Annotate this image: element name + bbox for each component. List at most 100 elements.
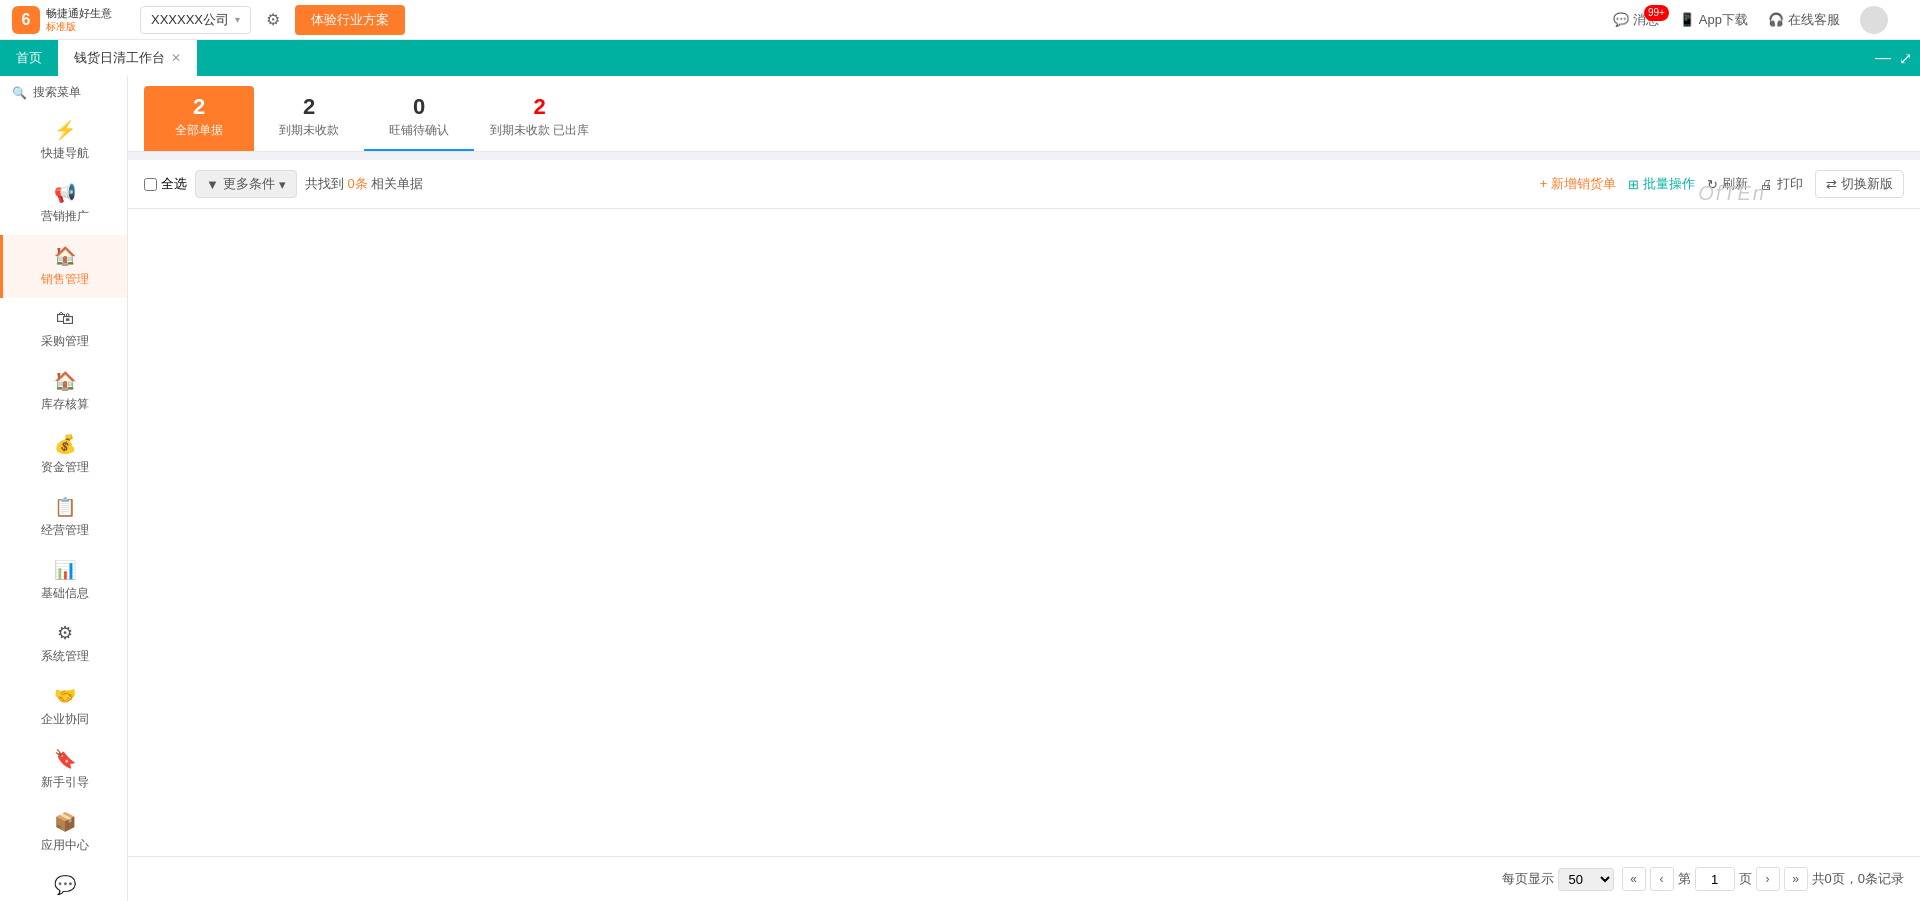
chevron-down-icon: ▾ — [235, 14, 240, 25]
filter-button[interactable]: ▼ 更多条件 ▾ — [195, 170, 297, 198]
table-area — [128, 209, 1920, 856]
overdue-count: 2 — [270, 94, 348, 120]
megaphone-icon: 📢 — [54, 182, 76, 204]
money-icon: 💰 — [54, 433, 76, 455]
sidebar-item-sales[interactable]: 🏠 销售管理 — [0, 235, 127, 298]
page-size-dropdown[interactable]: 50 100 200 — [1558, 868, 1614, 891]
switch-version-button[interactable]: ⇄ 切换新版 — [1815, 170, 1904, 198]
batch-icon: ⊞ — [1628, 177, 1639, 192]
overdue-out-label: 到期未收款 已出库 — [490, 122, 589, 139]
expand-icon[interactable]: ⤢ — [1899, 49, 1912, 68]
warehouse-icon: 🏠 — [54, 370, 76, 392]
overdue-label: 到期未收款 — [270, 122, 348, 139]
settings-button[interactable]: ⚙ — [259, 6, 287, 34]
prev-page-button[interactable]: ‹ — [1650, 867, 1674, 891]
bag-icon: 🛍 — [56, 308, 74, 329]
all-label: 全部单据 — [160, 122, 238, 139]
sidebar-item-finance[interactable]: 💰 资金管理 — [0, 423, 127, 486]
sidebar-item-enterprise-coop[interactable]: 🤝 企业协同 — [0, 675, 127, 738]
print-icon: 🖨 — [1760, 177, 1773, 192]
logo-text: 畅捷通好生意 标准版 — [46, 6, 112, 33]
batch-operation-button[interactable]: ⊞ 批量操作 — [1628, 175, 1695, 193]
switch-icon: ⇄ — [1826, 177, 1837, 192]
headset-icon: 🎧 — [1768, 12, 1784, 27]
toolbar: 全选 ▼ 更多条件 ▾ 共找到 0条 相关单据 + 新增销货单 ⊞ 批量操作 — [128, 160, 1920, 209]
overdue-out-count: 2 — [490, 94, 589, 120]
message-badge: 99+ — [1644, 5, 1669, 21]
page-size-select: 每页显示 50 100 200 — [1502, 868, 1614, 891]
stat-tab-all[interactable]: 2 全部单据 — [144, 86, 254, 151]
clipboard-icon: 📋 — [54, 496, 76, 518]
logo-area: 6 畅捷通好生意 标准版 — [12, 6, 140, 34]
tab-work-station[interactable]: 钱货日清工作台 ✕ — [58, 40, 197, 76]
add-sales-order-button[interactable]: + 新增销货单 — [1540, 175, 1616, 193]
search-label: 搜索菜单 — [33, 84, 81, 101]
first-page-button[interactable]: « — [1622, 867, 1646, 891]
bookmark-icon: 🔖 — [54, 748, 76, 770]
toolbar-right: + 新增销货单 ⊞ 批量操作 ↻ 刷新 🖨 打印 ⇄ 切换新版 — [1540, 170, 1904, 198]
close-tab-icon[interactable]: ✕ — [171, 51, 181, 65]
refresh-icon: ↻ — [1707, 177, 1718, 192]
logo-icon: 6 — [12, 6, 40, 34]
sidebar-item-app-center[interactable]: 📦 应用中心 — [0, 801, 127, 864]
settings-icon: ⚙ — [57, 622, 73, 644]
sidebar-item-inventory[interactable]: 🏠 库存核算 — [0, 360, 127, 423]
top-bar: 6 畅捷通好生意 标准版 XXXXXX公司 ▾ ⚙ 体验行业方案 💬 消息 99… — [0, 0, 1920, 40]
last-page-button[interactable]: » — [1784, 867, 1808, 891]
sidebar-search[interactable]: 🔍 搜索菜单 — [0, 76, 127, 109]
sidebar-item-operation[interactable]: 📋 经营管理 — [0, 486, 127, 549]
page-input[interactable] — [1695, 867, 1735, 891]
message-area[interactable]: 💬 消息 99+ — [1613, 11, 1659, 29]
sidebar-item-purchase[interactable]: 🛍 采购管理 — [0, 298, 127, 360]
stat-tab-pending[interactable]: 0 旺铺待确认 — [364, 86, 474, 151]
company-name: XXXXXX公司 — [151, 11, 229, 29]
sidebar-item-enterprise-wechat[interactable]: 💬 企业微信 — [0, 864, 127, 901]
table-icon: 📊 — [54, 559, 76, 581]
avatar[interactable] — [1860, 6, 1888, 34]
company-selector[interactable]: XXXXXX公司 ▾ — [140, 6, 251, 34]
nav-tabs: 首页 钱货日清工作台 ✕ — ⤢ — [0, 40, 1920, 76]
gear-icon: ⚙ — [266, 10, 280, 29]
chevron-down-icon: ▾ — [279, 177, 286, 192]
pending-count: 0 — [380, 94, 458, 120]
stat-tab-overdue-out[interactable]: 2 到期未收款 已出库 — [474, 86, 605, 151]
sidebar-item-guide[interactable]: 🔖 新手引导 — [0, 738, 127, 801]
message-icon: 💬 — [1613, 12, 1629, 27]
house-icon: 🏠 — [54, 245, 76, 267]
online-service-link[interactable]: 🎧 在线客服 — [1768, 11, 1840, 29]
nav-tabs-right: — ⤢ — [1875, 49, 1920, 68]
found-text: 共找到 0条 相关单据 — [305, 175, 423, 193]
refresh-button[interactable]: ↻ 刷新 — [1707, 175, 1748, 193]
next-page-button[interactable]: › — [1756, 867, 1780, 891]
tab-home[interactable]: 首页 — [0, 40, 58, 76]
sidebar-item-system[interactable]: ⚙ 系统管理 — [0, 612, 127, 675]
search-icon: 🔍 — [12, 86, 27, 100]
content-area: 2 全部单据 2 到期未收款 0 旺铺待确认 2 到期未收款 已出库 全选 — [128, 76, 1920, 901]
print-button[interactable]: 🖨 打印 — [1760, 175, 1803, 193]
select-all-input[interactable] — [144, 178, 157, 191]
chat-icon: 💬 — [54, 874, 76, 896]
sidebar-item-basic-info[interactable]: 📊 基础信息 — [0, 549, 127, 612]
stats-tabs: 2 全部单据 2 到期未收款 0 旺铺待确认 2 到期未收款 已出库 — [128, 76, 1920, 152]
select-all-checkbox[interactable]: 全选 — [144, 175, 187, 193]
box-icon: 📦 — [54, 811, 76, 833]
stat-tab-overdue[interactable]: 2 到期未收款 — [254, 86, 364, 151]
total-label: 共0页，0条记录 — [1812, 870, 1904, 888]
top-bar-right: 💬 消息 99+ 📱 App下载 🎧 在线客服 — [1613, 6, 1908, 34]
sidebar: 🔍 搜索菜单 ⚡ 快捷导航 📢 营销推广 🏠 销售管理 🛍 采购管理 🏠 库存核… — [0, 76, 128, 901]
filter-icon: ▼ — [206, 177, 219, 192]
main-layout: 🔍 搜索菜单 ⚡ 快捷导航 📢 营销推广 🏠 销售管理 🛍 采购管理 🏠 库存核… — [0, 76, 1920, 901]
trial-button[interactable]: 体验行业方案 — [295, 5, 405, 35]
handshake-icon: 🤝 — [54, 685, 76, 707]
pagination: 每页显示 50 100 200 « ‹ 第 页 › » 共0页，0条记录 — [128, 856, 1920, 901]
minimize-icon[interactable]: — — [1875, 49, 1891, 67]
page-nav: « ‹ 第 页 › » 共0页，0条记录 — [1622, 867, 1904, 891]
app-download-link[interactable]: 📱 App下载 — [1679, 11, 1748, 29]
all-count: 2 — [160, 94, 238, 120]
sidebar-item-quick-nav[interactable]: ⚡ 快捷导航 — [0, 109, 127, 172]
pending-label: 旺铺待确认 — [380, 122, 458, 139]
sidebar-item-marketing[interactable]: 📢 营销推广 — [0, 172, 127, 235]
toolbar-left: 全选 ▼ 更多条件 ▾ 共找到 0条 相关单据 — [144, 170, 1532, 198]
lightning-icon: ⚡ — [54, 119, 76, 141]
found-count: 0条 — [348, 176, 368, 191]
